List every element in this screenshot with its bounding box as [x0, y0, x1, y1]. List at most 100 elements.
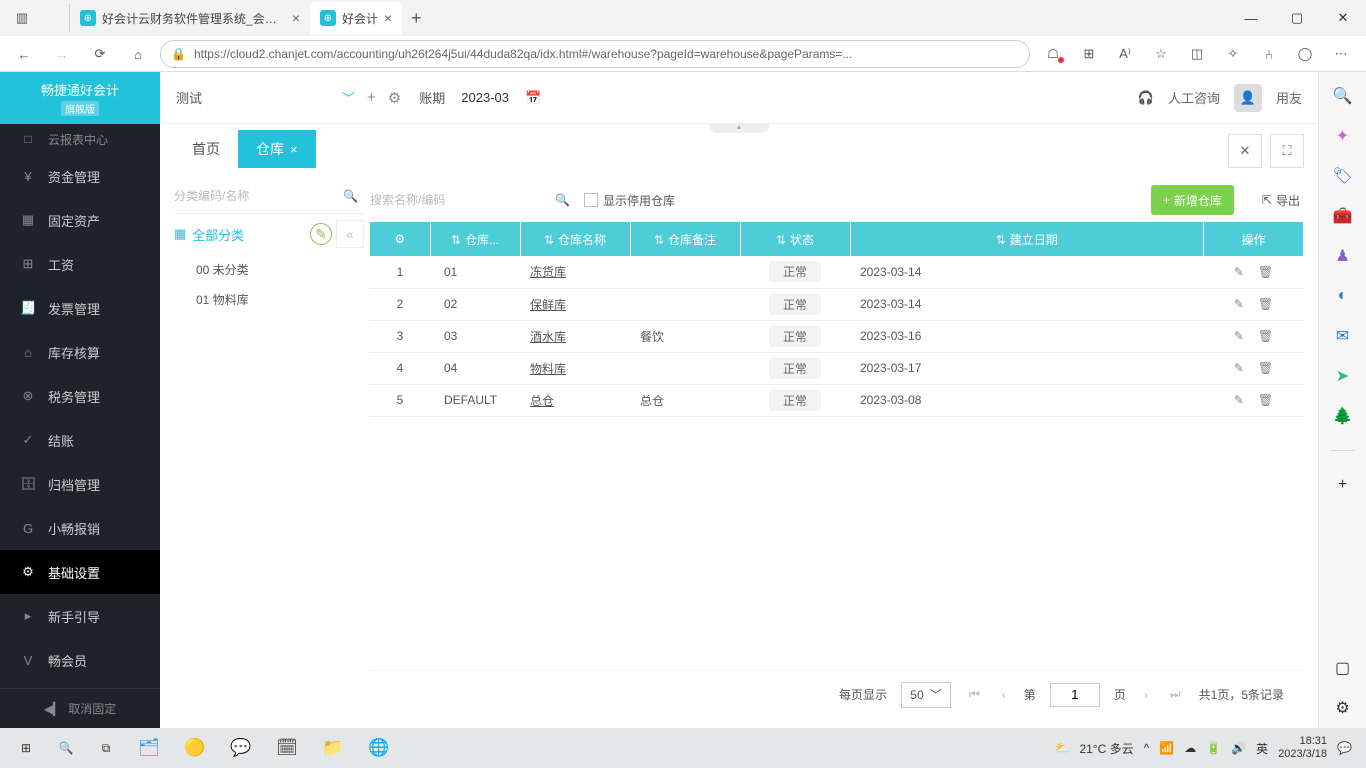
next-page-button[interactable]: › [1140, 688, 1152, 702]
onedrive-icon[interactable]: ☁ [1184, 741, 1196, 755]
per-page-select[interactable]: 50 ﹀ [901, 682, 951, 708]
sidebar-item[interactable]: ✓结账 [0, 418, 160, 462]
table-header[interactable]: ⇅仓库名称 [520, 222, 630, 256]
subtab-home[interactable]: 首页 [174, 130, 238, 168]
start-button[interactable]: ⊞ [6, 728, 46, 768]
extensions-icon[interactable]: ⊞ [1072, 39, 1106, 69]
search-icon[interactable]: 🔍 [555, 193, 570, 207]
refresh-button[interactable]: ⟳ [84, 39, 116, 69]
category-item[interactable]: 01 物料库 [196, 284, 364, 314]
tools-icon[interactable]: 🧰 [1333, 206, 1353, 226]
tab-actions-icon[interactable]: ▥ [6, 4, 38, 32]
collapse-handle-icon[interactable]: ▴ [709, 123, 769, 133]
search-icon[interactable]: 🔍 [343, 189, 364, 203]
outlook-icon[interactable]: ✉ [1333, 326, 1353, 346]
discover-icon[interactable]: ✦ [1333, 126, 1353, 146]
first-page-button[interactable]: ⏮ [965, 687, 984, 702]
ime-indicator[interactable]: 英 [1256, 740, 1268, 757]
close-window-button[interactable]: ✕ [1320, 2, 1366, 34]
edit-icon[interactable]: ✎ [1234, 393, 1244, 407]
profile-icon[interactable]: ◯ [1288, 39, 1322, 69]
row-name[interactable]: 酒水库 [520, 320, 630, 352]
wifi-icon[interactable]: 📶 [1159, 741, 1174, 755]
downloads-icon[interactable]: ⑃ [1252, 39, 1286, 69]
table-search[interactable]: 搜索名称/编码 🔍 [370, 185, 570, 215]
browser-tab-1[interactable]: ⊕ 好会计云财务软件管理系统_会计... × [70, 2, 310, 34]
taskbar-app[interactable]: 🗂 [126, 728, 172, 768]
taskbar-explorer[interactable]: 📁 [310, 728, 356, 768]
maximize-button[interactable]: ▢ [1274, 2, 1320, 34]
search-button[interactable]: 🔍 [46, 728, 86, 768]
search-icon[interactable]: 🔍 [1333, 86, 1353, 106]
page-input[interactable] [1050, 683, 1100, 707]
taskbar-chrome[interactable]: 🟡 [172, 728, 218, 768]
tree-icon[interactable]: 🌲 [1333, 406, 1353, 426]
send-icon[interactable]: ➤ [1333, 366, 1353, 386]
category-all[interactable]: ▦ 全部分类 ✎ [174, 214, 332, 254]
url-input[interactable]: 🔒 https://cloud2.chanjet.com/accounting/… [160, 40, 1030, 68]
edit-icon[interactable]: ✎ [1234, 329, 1244, 343]
category-search[interactable]: 分类编码/名称 🔍 [174, 178, 364, 214]
weather-icon[interactable]: ⛅ [1054, 741, 1069, 755]
sidebar-item[interactable]: 🧾发票管理 [0, 286, 160, 330]
edit-icon[interactable]: ✎ [1234, 265, 1244, 279]
delete-icon[interactable]: 🗑 [1258, 361, 1273, 375]
add-warehouse-button[interactable]: + 新增仓库 [1151, 185, 1234, 215]
sidebar-item[interactable]: ⚙基础设置 [0, 550, 160, 594]
volume-icon[interactable]: 🔊 [1231, 741, 1246, 755]
consult-link[interactable]: 人工咨询 [1168, 88, 1220, 107]
delete-icon[interactable]: 🗑 [1258, 393, 1273, 407]
table-header[interactable]: 操作 [1204, 222, 1304, 256]
sidebar-item[interactable]: □云报表中心 [0, 124, 160, 154]
gear-icon[interactable]: ⚙ [1333, 698, 1353, 718]
row-name[interactable]: 冻货库 [520, 256, 630, 288]
edit-icon[interactable]: ✎ [1234, 297, 1244, 311]
sidebar-item[interactable]: ⊞工资 [0, 242, 160, 286]
close-icon[interactable]: × [290, 142, 298, 157]
row-name[interactable]: 总仓 [520, 384, 630, 416]
table-header[interactable]: ⚙ [370, 222, 430, 256]
category-item[interactable]: 00 未分类 [196, 254, 364, 284]
notification-icon[interactable]: ☖ [1036, 39, 1070, 69]
back-button[interactable]: ← [8, 39, 40, 69]
minimize-button[interactable]: — [1228, 2, 1274, 34]
table-header[interactable]: ⇅状态 [740, 222, 850, 256]
subtab-warehouse[interactable]: 仓库 × [238, 130, 316, 168]
close-icon[interactable]: × [292, 10, 300, 26]
add-icon[interactable]: + [1333, 475, 1353, 495]
collapse-panel-button[interactable]: « [336, 220, 364, 248]
edit-icon[interactable]: ✎ [1234, 361, 1244, 375]
company-settings-button[interactable]: ⚙ [388, 89, 401, 107]
sidebar-item[interactable]: V畅会员 [0, 638, 160, 682]
last-page-button[interactable]: ⏭ [1166, 687, 1185, 702]
taskbar-app[interactable]: 🗓 [264, 728, 310, 768]
add-category-button[interactable]: ✎ [310, 223, 332, 245]
taskbar-wechat[interactable]: 💬 [218, 728, 264, 768]
show-disabled-checkbox[interactable]: 显示停用仓库 [584, 192, 675, 209]
close-all-tabs-button[interactable]: ✕ [1228, 134, 1262, 168]
panel-icon[interactable]: ▢ [1333, 658, 1353, 678]
table-header[interactable]: ⇅建立日期 [850, 222, 1204, 256]
taskview-button[interactable]: ⧉ [86, 728, 126, 768]
shopping-icon[interactable]: 🏷 [1333, 166, 1353, 186]
company-selector[interactable]: 测试 ﹀ [176, 88, 355, 107]
sidebar-item[interactable]: ▦固定资产 [0, 198, 160, 242]
home-button[interactable]: ⌂ [122, 39, 154, 69]
sidebar-item[interactable]: ▸新手引导 [0, 594, 160, 638]
close-icon[interactable]: × [384, 10, 392, 26]
prev-page-button[interactable]: ‹ [998, 688, 1010, 702]
games-icon[interactable]: ♟ [1333, 246, 1353, 266]
avatar[interactable]: 👤 [1234, 84, 1262, 112]
favorites-icon[interactable]: ☆ [1144, 39, 1178, 69]
row-name[interactable]: 物料库 [520, 352, 630, 384]
read-aloud-icon[interactable]: A⁾ [1108, 39, 1142, 69]
sidebar-item[interactable]: ¥资金管理 [0, 154, 160, 198]
menu-icon[interactable]: ⋯ [1324, 39, 1358, 69]
collections-icon[interactable]: ✧ [1216, 39, 1250, 69]
delete-icon[interactable]: 🗑 [1258, 329, 1273, 343]
table-header[interactable]: ⇅仓库备注 [630, 222, 740, 256]
delete-icon[interactable]: 🗑 [1258, 297, 1273, 311]
battery-icon[interactable]: 🔋 [1206, 741, 1221, 755]
forward-button[interactable]: → [46, 39, 78, 69]
sidebar-item[interactable]: ⊗税务管理 [0, 374, 160, 418]
